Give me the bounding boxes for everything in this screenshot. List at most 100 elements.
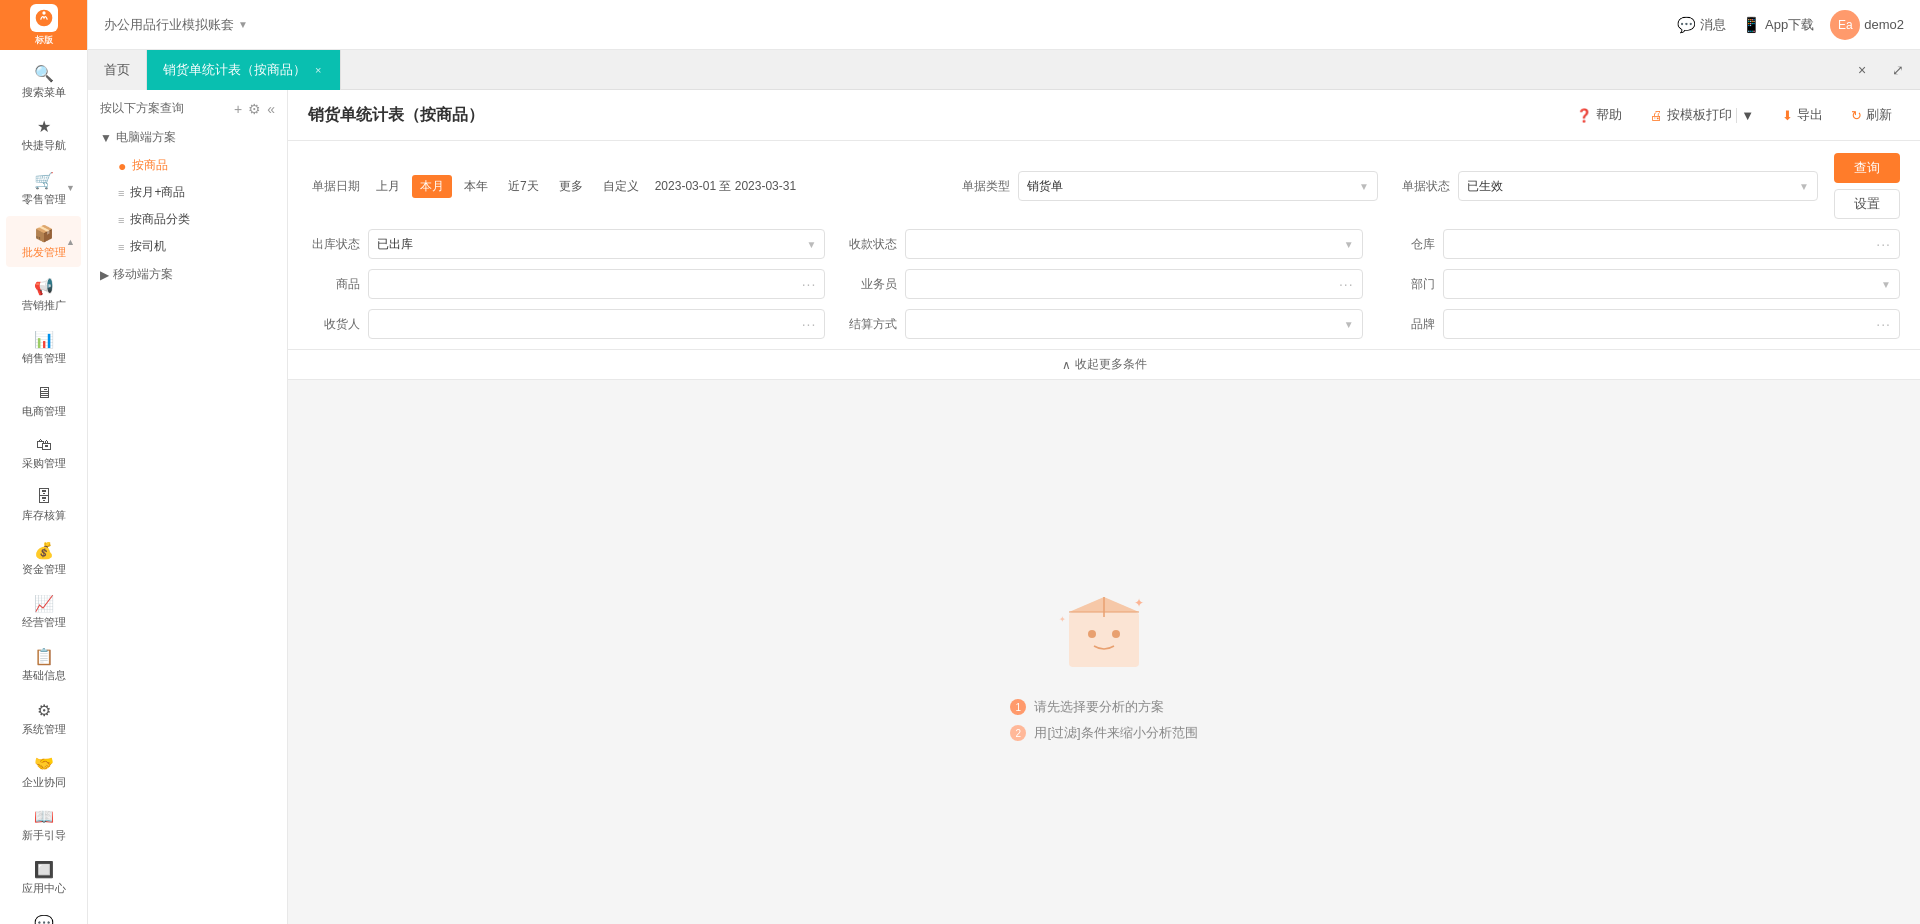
filter-docstatus-field: 单据状态 已生效 ▼ (1398, 171, 1818, 201)
doctype-control[interactable]: 销货单 ▼ (1018, 171, 1378, 201)
dept-control[interactable]: ▼ (1443, 269, 1900, 299)
download-icon: 📱 (1742, 16, 1761, 34)
top-bar: 办公用品行业模拟账套 ▼ 💬 消息 📱 App下载 Ea demo2 (88, 0, 1920, 50)
app-download-action[interactable]: 📱 App下载 (1742, 16, 1814, 34)
bullet-1-icon: 1 (1010, 699, 1026, 715)
tree-section-desktop[interactable]: ▼ 电脑端方案 (88, 123, 287, 152)
date-tab-last-month[interactable]: 上月 (368, 175, 408, 198)
tree-node-by-month-product[interactable]: ≡ 按月+商品 (88, 179, 287, 206)
tree-section-mobile[interactable]: ▶ 移动端方案 (88, 260, 287, 289)
staff-control[interactable]: ··· (905, 269, 1362, 299)
date-tab-7days[interactable]: 近7天 (500, 175, 547, 198)
date-tab-this-year[interactable]: 本年 (456, 175, 496, 198)
print-dropdown-icon[interactable]: ▼ (1736, 108, 1754, 123)
docstatus-control[interactable]: 已生效 ▼ (1458, 171, 1818, 201)
sidebar-item-retail[interactable]: 🛒 零售管理 ▼ (6, 163, 81, 214)
export-btn[interactable]: ⬇ 导出 (1774, 102, 1831, 128)
settings-scheme-btn[interactable]: ⚙ (248, 101, 261, 117)
tree-node-by-driver[interactable]: ≡ 按司机 (88, 233, 287, 260)
wechat-icon: 💬 (34, 914, 54, 924)
main-area: 办公用品行业模拟账套 ▼ 💬 消息 📱 App下载 Ea demo2 首页 (88, 0, 1920, 924)
refresh-btn[interactable]: ↻ 刷新 (1843, 102, 1900, 128)
add-scheme-btn[interactable]: + (234, 101, 242, 117)
svg-text:✦: ✦ (1134, 596, 1144, 610)
user-action[interactable]: Ea demo2 (1830, 10, 1904, 40)
goods-dots-icon: ··· (802, 276, 817, 292)
tab-close-window-btn[interactable]: × (1848, 56, 1876, 84)
payment-control[interactable]: ▼ (905, 309, 1362, 339)
goods-control[interactable]: ··· (368, 269, 825, 299)
sales-icon: 📊 (34, 330, 54, 349)
doctype-arrow-icon: ▼ (1359, 181, 1369, 192)
industry-title[interactable]: 办公用品行业模拟账套 ▼ (104, 16, 248, 34)
sidebar-item-marketing[interactable]: 📢 营销推广 (6, 269, 81, 320)
sidebar-item-enterprise[interactable]: 🤝 企业协同 (6, 746, 81, 797)
left-panel-actions: + ⚙ « (234, 101, 275, 117)
operations-icon: 📈 (34, 594, 54, 613)
sidebar-item-ecommerce[interactable]: 🖥 电商管理 (6, 376, 81, 426)
help-icon: ❓ (1576, 108, 1592, 123)
sidebar-item-search[interactable]: 🔍 搜索菜单 (6, 56, 81, 107)
empty-text: 1 请先选择要分析的方案 2 用[过滤]条件来缩小分析范围 (1010, 698, 1197, 742)
warehouse-control[interactable]: ··· (1443, 229, 1900, 259)
brand-control[interactable]: ··· (1443, 309, 1900, 339)
sidebar: 标版 🔍 搜索菜单 ★ 快捷导航 🛒 零售管理 ▼ 📦 批发管理 ▲ 📢 营销推… (0, 0, 88, 924)
collectstatus-control[interactable]: ▼ (905, 229, 1362, 259)
sidebar-item-wechat[interactable]: 💬 企业微信 (6, 906, 81, 924)
tree-node-by-product[interactable]: ● 按商品 (88, 152, 287, 179)
sidebar-item-sales[interactable]: 📊 销售管理 (6, 322, 81, 373)
payment-arrow-icon: ▼ (1344, 319, 1354, 330)
tab-expand-btn[interactable]: ⤢ (1884, 56, 1912, 84)
outstatus-control[interactable]: 已出库 ▼ (368, 229, 825, 259)
date-tab-custom[interactable]: 自定义 (595, 175, 647, 198)
sidebar-item-guide[interactable]: 📖 新手引导 (6, 799, 81, 850)
finance-icon: 💰 (34, 541, 54, 560)
sidebar-item-basic[interactable]: 📋 基础信息 (6, 639, 81, 690)
refresh-icon: ↻ (1851, 108, 1862, 123)
receiver-control[interactable]: ··· (368, 309, 825, 339)
sidebar-item-system[interactable]: ⚙ 系统管理 (6, 693, 81, 744)
filter-row-3: 商品 ··· 业务员 ··· 部门 (308, 269, 1900, 299)
guide-icon: 📖 (34, 807, 54, 826)
sidebar-item-finance[interactable]: 💰 资金管理 (6, 533, 81, 584)
app-logo[interactable]: 标版 (0, 0, 87, 50)
docstatus-arrow-icon: ▼ (1799, 181, 1809, 192)
brand-label: 品牌 (1383, 316, 1443, 333)
svg-rect-2 (1069, 612, 1139, 667)
search-icon: 🔍 (34, 64, 54, 83)
left-panel: 按以下方案查询 + ⚙ « ▼ 电脑端方案 ● 按商品 ≡ 按月+商品 (88, 90, 288, 924)
inventory-icon: 🗄 (36, 488, 52, 506)
date-tab-more[interactable]: 更多 (551, 175, 591, 198)
date-tab-this-month[interactable]: 本月 (412, 175, 452, 198)
retail-expand-icon: ▼ (66, 183, 75, 193)
svg-text:✦: ✦ (1059, 615, 1066, 624)
tab-home[interactable]: 首页 (88, 50, 147, 90)
staff-dots-icon: ··· (1339, 276, 1354, 292)
brand-dots-icon: ··· (1876, 316, 1891, 332)
collapse-panel-btn[interactable]: « (267, 101, 275, 117)
tree-node-by-category[interactable]: ≡ 按商品分类 (88, 206, 287, 233)
receiver-dots-icon: ··· (802, 316, 817, 332)
message-action[interactable]: 💬 消息 (1677, 16, 1726, 34)
filter-row-2: 出库状态 已出库 ▼ 收款状态 ▼ 仓库 (308, 229, 1900, 259)
help-btn[interactable]: ❓ 帮助 (1568, 102, 1630, 128)
right-panel: 销货单统计表（按商品） ❓ 帮助 🖨 按模板打印 ▼ (288, 90, 1920, 924)
query-button[interactable]: 查询 (1834, 153, 1900, 183)
sidebar-item-wholesale[interactable]: 📦 批发管理 ▲ (6, 216, 81, 267)
tab-sales-report[interactable]: 销货单统计表（按商品） × (147, 50, 341, 90)
settings-button[interactable]: 设置 (1834, 189, 1900, 219)
sidebar-item-operations[interactable]: 📈 经营管理 (6, 586, 81, 637)
sidebar-item-purchase[interactable]: 🛍 采购管理 (6, 428, 81, 478)
sidebar-item-apps[interactable]: 🔲 应用中心 (6, 852, 81, 903)
print-main[interactable]: 按模板打印 (1667, 106, 1732, 124)
date-range: 2023-03-01 至 2023-03-31 (655, 178, 796, 195)
collapse-bar[interactable]: ∧ 收起更多条件 (288, 350, 1920, 380)
sidebar-item-shortcut[interactable]: ★ 快捷导航 (6, 109, 81, 160)
collectstatus-arrow-icon: ▼ (1344, 239, 1354, 250)
tab-close-icon[interactable]: × (312, 63, 324, 77)
template-print-btn[interactable]: 🖨 按模板打印 ▼ (1642, 102, 1762, 128)
empty-text-item-1: 1 请先选择要分析的方案 (1010, 698, 1197, 716)
sidebar-item-inventory[interactable]: 🗄 库存核算 (6, 480, 81, 530)
apps-icon: 🔲 (34, 860, 54, 879)
desktop-section-expand-icon: ▼ (100, 131, 112, 145)
